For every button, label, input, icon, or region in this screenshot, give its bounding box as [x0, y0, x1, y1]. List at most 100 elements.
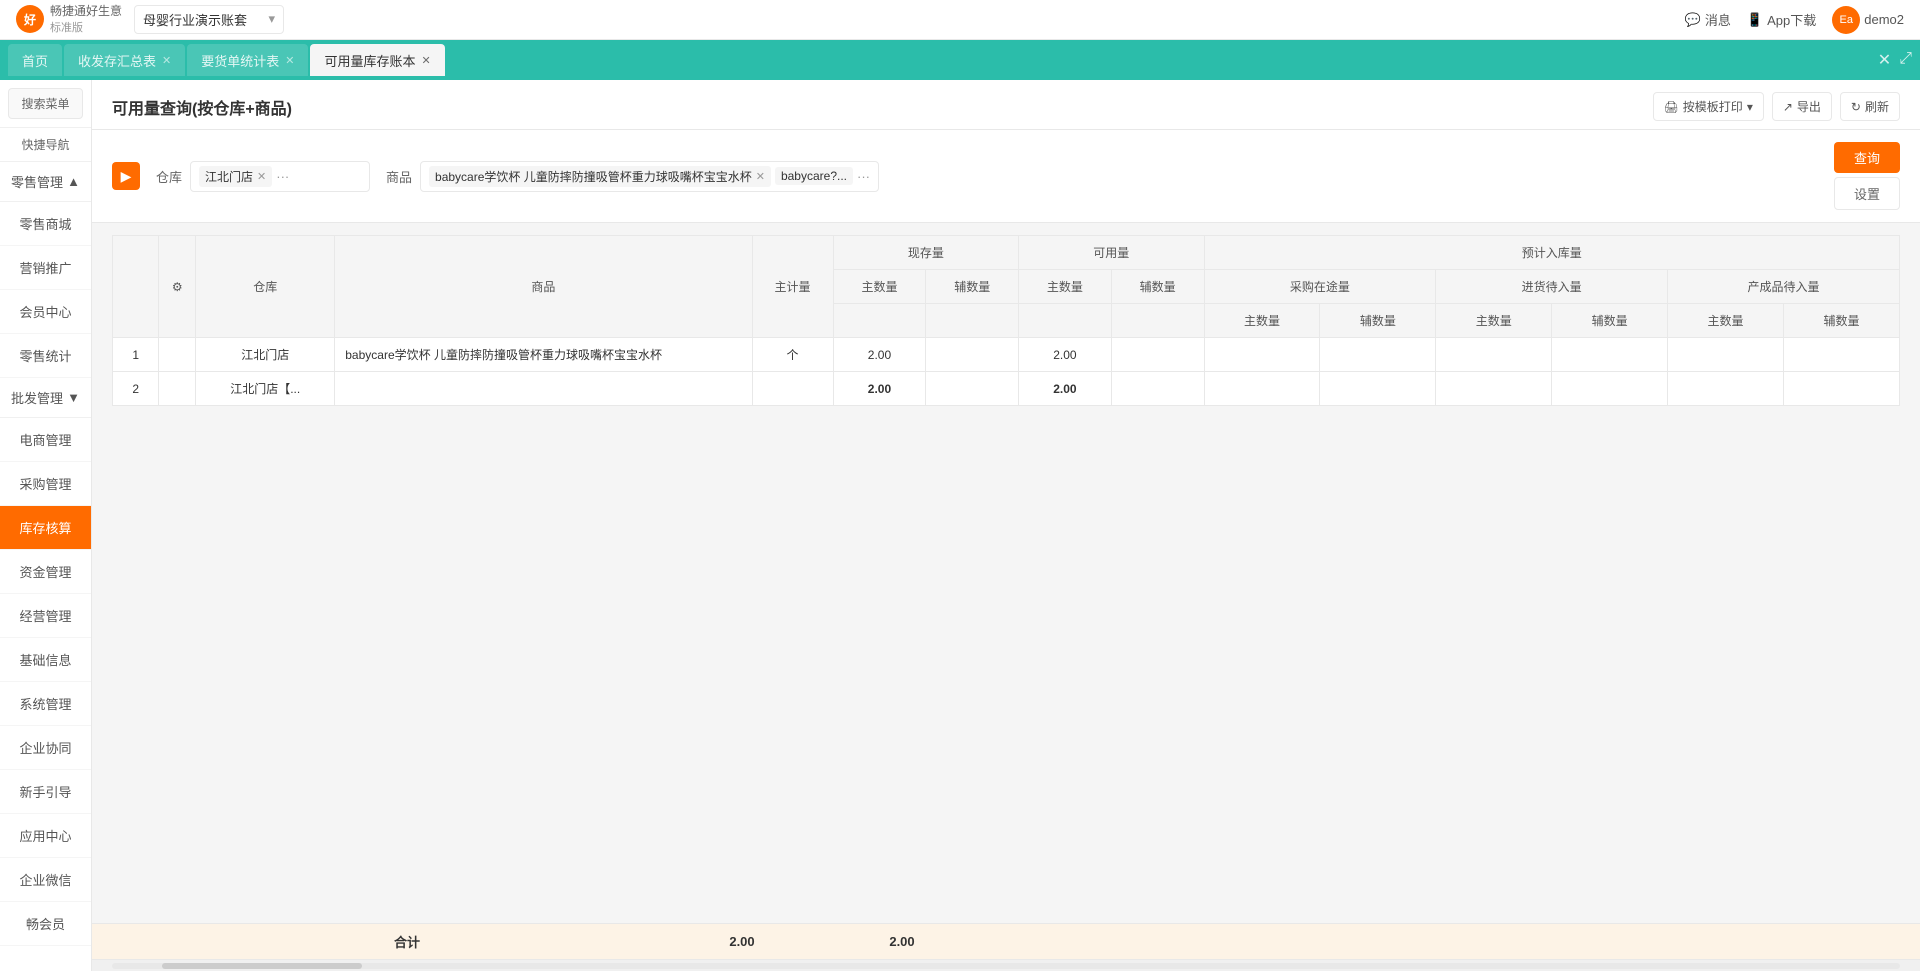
sidebar-item-appcenter[interactable]: 应用中心: [0, 814, 91, 858]
tab-available-stock[interactable]: 可用量库存账本 ✕: [310, 44, 444, 76]
tab-bar: 首页 收发存汇总表 ✕ 要货单统计表 ✕ 可用量库存账本 ✕ ✕ ⤢: [0, 40, 1920, 80]
col-warehouse: 仓库: [196, 236, 335, 338]
tab-home[interactable]: 首页: [8, 44, 62, 76]
sidebar-item-purchase[interactable]: 采购管理: [0, 462, 91, 506]
sidebar-item-wholesale[interactable]: 批发管理 ▼: [0, 378, 91, 418]
refresh-btn[interactable]: ↻ 刷新: [1840, 92, 1900, 121]
sidebar-quicknav[interactable]: 快捷导航: [0, 128, 91, 162]
product-tag-1: babycare学饮杯 儿童防摔防撞吸管杯重力球吸嘴杯宝宝水杯 ✕: [429, 166, 771, 187]
sidebar-item-retail-stats[interactable]: 零售统计: [0, 334, 91, 378]
sidebar-item-enterprise[interactable]: 企业协同: [0, 726, 91, 770]
export-icon: ↗: [1783, 100, 1793, 114]
sidebar-item-label: 批发管理: [11, 388, 63, 407]
sidebar-item-retail-mall[interactable]: 零售商城: [0, 202, 91, 246]
query-btn[interactable]: 查询: [1834, 142, 1900, 173]
product-tag-1-close[interactable]: ✕: [756, 170, 765, 183]
sidebar-item-vip[interactable]: 畅会员: [0, 902, 91, 946]
col-gear[interactable]: ⚙: [159, 236, 196, 338]
sidebar-item-basic[interactable]: 基础信息: [0, 638, 91, 682]
col-product-incoming: 产成品待入量: [1668, 270, 1900, 304]
tab-cashflow[interactable]: 收发存汇总表 ✕: [64, 44, 185, 76]
sidebar-search-btn[interactable]: 搜索菜单: [8, 88, 83, 119]
sidebar-item-operations[interactable]: 经营管理: [0, 594, 91, 638]
row-incoming-main: [1436, 338, 1552, 372]
row-avail-sub: [1111, 338, 1204, 372]
warehouse-more[interactable]: ···: [276, 169, 289, 184]
print-icon: 🖨: [1664, 100, 1679, 114]
col-planned: 预计入库量: [1204, 236, 1900, 270]
app-download-btn[interactable]: 📱 App下载: [1747, 10, 1816, 29]
tab-close-all-icon[interactable]: ✕: [1878, 50, 1891, 70]
col-incoming: 进货待入量: [1436, 270, 1668, 304]
tab-orderstats-close[interactable]: ✕: [285, 54, 294, 67]
page-header: 可用量查询(按仓库+商品) 🖨 按模板打印 ▾ ↗ 导出 ↻ 刷新: [92, 80, 1920, 130]
sub-avail-sub: [1111, 304, 1204, 338]
col-purchase-transit: 采购在途量: [1204, 270, 1436, 304]
logo-icon: 好: [16, 5, 44, 33]
sidebar-item-system[interactable]: 系统管理: [0, 682, 91, 726]
sidebar-item-marketing[interactable]: 营销推广: [0, 246, 91, 290]
row-current-sub: [926, 372, 1019, 406]
logo-text: 畅捷通好生意: [50, 4, 122, 18]
col-avail-sub: 辅数量: [1111, 270, 1204, 304]
row-gear: [159, 338, 196, 372]
warehouse-tag: 江北门店 ✕: [199, 166, 272, 187]
warehouse-input[interactable]: 江北门店 ✕ ···: [190, 161, 370, 192]
row-product-sub: [1783, 372, 1899, 406]
col-current-stock: 现存量: [833, 236, 1018, 270]
sidebar-item-retail-mgmt[interactable]: 零售管理 ▲: [0, 162, 91, 202]
row-unit: 个: [752, 338, 833, 372]
tab-available-stock-close[interactable]: ✕: [422, 54, 431, 67]
sub-current-sub: [926, 304, 1019, 338]
filter-expand-btn[interactable]: ▶: [112, 162, 140, 190]
row-warehouse: 江北门店【...: [196, 372, 335, 406]
scrollbar-area: [92, 959, 1920, 971]
user-menu[interactable]: Ea demo2: [1832, 6, 1904, 34]
footer-avail-main: 2.00: [862, 934, 942, 949]
content-area: 可用量查询(按仓库+商品) 🖨 按模板打印 ▾ ↗ 导出 ↻ 刷新: [92, 80, 1920, 971]
footer-current-main: 2.00: [702, 934, 782, 949]
col-available: 可用量: [1019, 236, 1204, 270]
row-product: [335, 372, 752, 406]
expand-icon: ▶: [121, 168, 132, 185]
data-table: ⚙ 仓库 商品 主计量 现存量 可用量 预计入库量 主数量 辅数量 主数量 辅数…: [112, 235, 1900, 406]
tab-expand-icon[interactable]: ⤢: [1899, 50, 1912, 70]
sidebar-item-weixin[interactable]: 企业微信: [0, 858, 91, 902]
message-btn[interactable]: 💬 消息: [1685, 10, 1731, 29]
sidebar-item-label: 零售管理: [11, 172, 63, 191]
row-product-sub: [1783, 338, 1899, 372]
scroll-track[interactable]: [112, 963, 1900, 969]
export-btn[interactable]: ↗ 导出: [1772, 92, 1832, 121]
industry-selector[interactable]: 母婴行业演示账套 ▾: [134, 5, 284, 34]
sidebar-item-ecommerce[interactable]: 电商管理: [0, 418, 91, 462]
row-unit: [752, 372, 833, 406]
product-more[interactable]: ···: [857, 169, 870, 184]
row-incoming-sub: [1552, 338, 1668, 372]
setting-btn[interactable]: 设置: [1834, 177, 1900, 210]
sub-product-main: 主数量: [1668, 304, 1784, 338]
print-btn[interactable]: 🖨 按模板打印 ▾: [1653, 92, 1764, 121]
row-gear: [159, 372, 196, 406]
sidebar-item-finance[interactable]: 资金管理: [0, 550, 91, 594]
row-incoming-sub: [1552, 372, 1668, 406]
sub-purchase-sub: 辅数量: [1320, 304, 1436, 338]
scroll-thumb[interactable]: [162, 963, 362, 969]
row-current-sub: [926, 338, 1019, 372]
chevron-icon: ▼: [67, 390, 80, 405]
sidebar-item-inventory[interactable]: 库存核算: [0, 506, 91, 550]
tab-orderstats[interactable]: 要货单统计表 ✕: [187, 44, 308, 76]
warehouse-tag-close[interactable]: ✕: [257, 170, 266, 183]
app-icon: 📱: [1747, 12, 1763, 28]
product-input[interactable]: babycare学饮杯 儿童防摔防撞吸管杯重力球吸嘴杯宝宝水杯 ✕ babyca…: [420, 161, 879, 192]
top-bar: 好 畅捷通好生意 标准版 母婴行业演示账套 ▾ 💬 消息 📱 App下载 Ea …: [0, 0, 1920, 40]
tab-cashflow-close[interactable]: ✕: [162, 54, 171, 67]
warehouse-label: 仓库: [156, 167, 182, 186]
tab-available-stock-label: 可用量库存账本: [324, 51, 415, 70]
row-avail-main: 2.00: [1019, 372, 1112, 406]
sidebar-item-member[interactable]: 会员中心: [0, 290, 91, 334]
sub-avail-main: [1019, 304, 1112, 338]
footer-label: 合计: [112, 932, 702, 951]
col-current-sub: 辅数量: [926, 270, 1019, 304]
page-title: 可用量查询(按仓库+商品): [112, 95, 292, 119]
sidebar-item-newbie[interactable]: 新手引导: [0, 770, 91, 814]
